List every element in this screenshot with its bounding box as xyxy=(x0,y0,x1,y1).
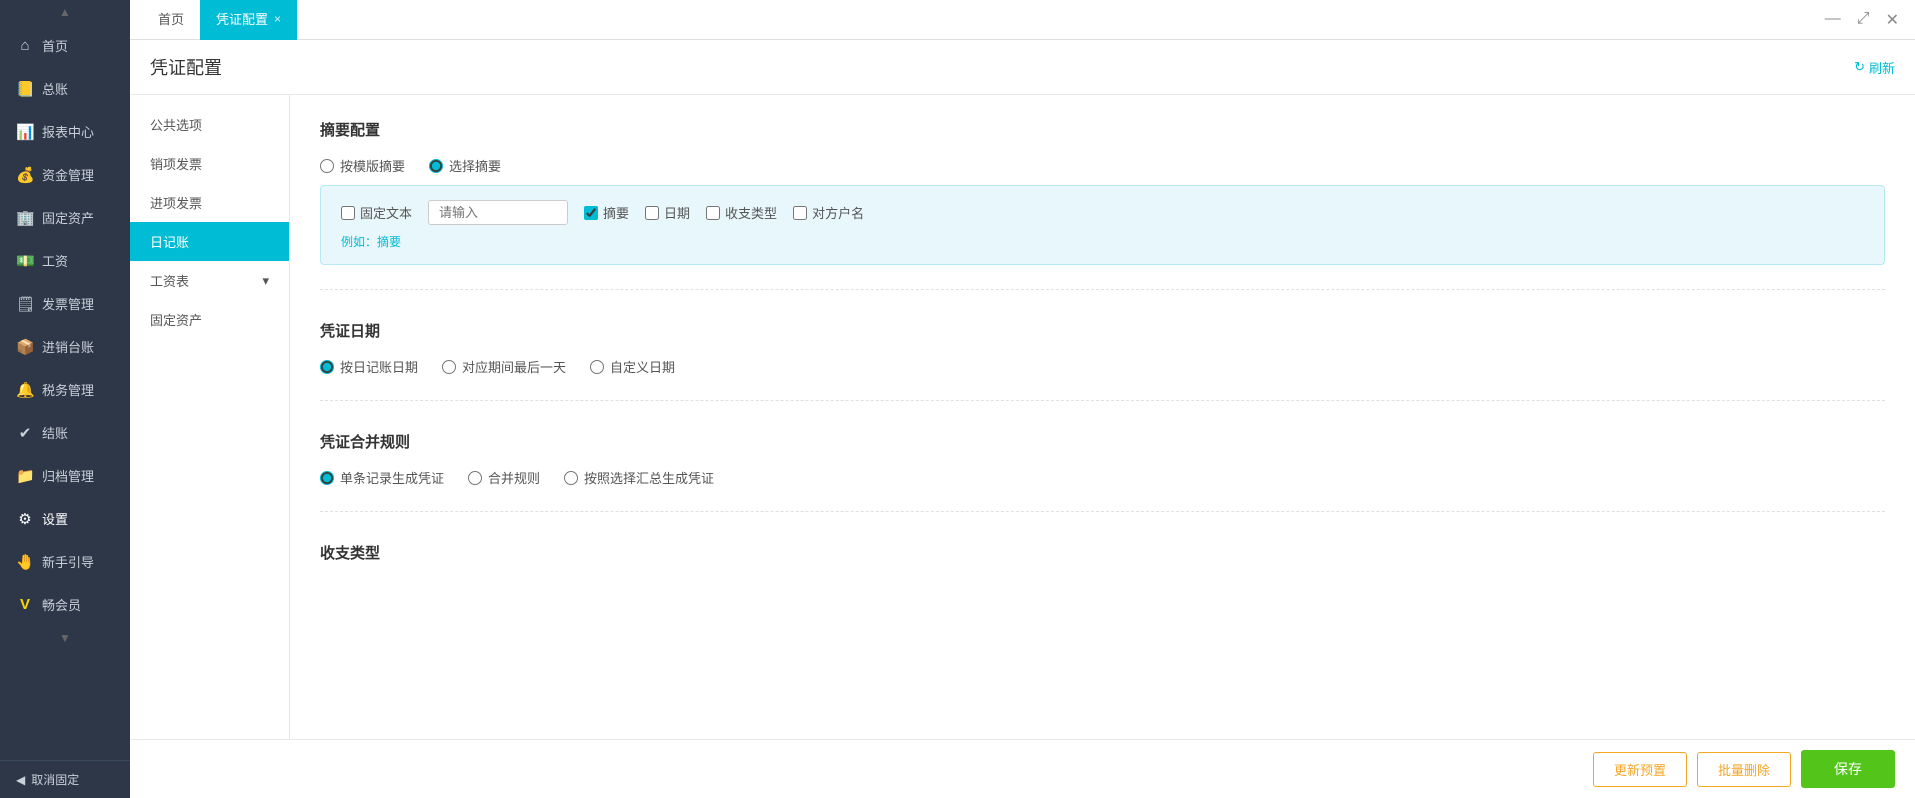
ledger-icon: 📒 xyxy=(16,80,34,98)
nav-item-payroll[interactable]: 工资表 ▾ xyxy=(130,261,289,300)
main-area: 首页 凭证配置 × — ⤢ ✕ 凭证配置 ↻ 刷新 公共选项 xyxy=(130,0,1915,798)
income-section-title: 收支类型 xyxy=(320,542,1885,563)
nav-item-purchase[interactable]: 进项发票 xyxy=(130,183,289,222)
tab-config[interactable]: 凭证配置 × xyxy=(200,0,297,40)
tab-bar-actions: — ⤢ ✕ xyxy=(1821,6,1903,34)
sidebar-item-asset[interactable]: 🏢 固定资产 xyxy=(0,196,130,239)
sidebar-item-guide[interactable]: 🤚 新手引导 xyxy=(0,540,130,583)
invoice-icon: 🗒 xyxy=(16,295,34,313)
summary-radio-group: 按模版摘要 选择摘要 xyxy=(320,156,1885,175)
sidebar-item-archive[interactable]: 📁 归档管理 xyxy=(0,454,130,497)
sidebar-item-ledger[interactable]: 📒 总账 xyxy=(0,67,130,110)
refresh-icon: ↻ xyxy=(1854,59,1865,75)
date-radio-last-day[interactable]: 对应期间最后一天 xyxy=(442,357,566,376)
fixed-text-input[interactable] xyxy=(428,200,568,225)
maximize-icon[interactable]: ⤢ xyxy=(1853,6,1874,34)
sidebar-item-home[interactable]: ⌂ 首页 xyxy=(0,24,130,67)
minimize-icon[interactable]: — xyxy=(1821,6,1845,34)
summary-config-box: 固定文本 摘要 日期 xyxy=(320,185,1885,265)
settings-icon: ⚙ xyxy=(16,510,34,528)
asset-icon: 🏢 xyxy=(16,209,34,227)
sidebar-item-tax[interactable]: 🔔 税务管理 xyxy=(0,368,130,411)
home-icon: ⌂ xyxy=(16,37,34,54)
page-container: 凭证配置 ↻ 刷新 公共选项 销项发票 进项发票 日记账 xyxy=(130,40,1915,798)
date-radio-custom[interactable]: 自定义日期 xyxy=(590,357,675,376)
guide-icon: 🤚 xyxy=(16,553,34,571)
checkbox-fixed-text[interactable]: 固定文本 xyxy=(341,203,412,222)
update-preview-button[interactable]: 更新预置 xyxy=(1593,752,1687,787)
checkbox-summary[interactable]: 摘要 xyxy=(584,203,629,222)
salary-icon: 💵 xyxy=(16,252,34,270)
content-layout: 公共选项 销项发票 进项发票 日记账 工资表 ▾ 固定资产 xyxy=(130,95,1915,739)
tax-icon: 🔔 xyxy=(16,381,34,399)
sidebar-item-fund[interactable]: 💰 资金管理 xyxy=(0,153,130,196)
stock-icon: 📦 xyxy=(16,338,34,356)
date-section: 凭证日期 按日记账日期 对应期间最后一天 自定义日期 xyxy=(320,320,1885,401)
nav-item-journal[interactable]: 日记账 xyxy=(130,222,289,261)
summary-example: 例如：摘要 xyxy=(341,233,1864,250)
sidebar-item-settle[interactable]: ✔ 结账 xyxy=(0,411,130,454)
sidebar-scroll-down[interactable]: ▼ xyxy=(0,626,130,650)
nav-item-fixed-asset[interactable]: 固定资产 xyxy=(130,300,289,339)
date-section-title: 凭证日期 xyxy=(320,320,1885,341)
merge-radio-merge[interactable]: 合并规则 xyxy=(468,468,540,487)
right-content: 摘要配置 按模版摘要 选择摘要 xyxy=(290,95,1915,739)
summary-radio-select[interactable]: 选择摘要 xyxy=(429,156,501,175)
sidebar-item-stock[interactable]: 📦 进销台账 xyxy=(0,325,130,368)
cancel-pin-button[interactable]: ◀ 取消固定 xyxy=(0,760,130,798)
left-nav: 公共选项 销项发票 进项发票 日记账 工资表 ▾ 固定资产 xyxy=(130,95,290,739)
tab-home[interactable]: 首页 xyxy=(142,0,200,40)
checkbox-income-type[interactable]: 收支类型 xyxy=(706,203,777,222)
merge-radio-select-merge[interactable]: 按照选择汇总生成凭证 xyxy=(564,468,714,487)
tab-close-button[interactable]: × xyxy=(274,12,281,26)
summary-section: 摘要配置 按模版摘要 选择摘要 xyxy=(320,119,1885,290)
nav-item-sales[interactable]: 销项发票 xyxy=(130,144,289,183)
date-radio-journal[interactable]: 按日记账日期 xyxy=(320,357,418,376)
income-section: 收支类型 xyxy=(320,542,1885,603)
sidebar-item-invoice[interactable]: 🗒 发票管理 xyxy=(0,282,130,325)
settle-icon: ✔ xyxy=(16,424,34,442)
sidebar-item-report[interactable]: 📊 报表中心 xyxy=(0,110,130,153)
checkbox-counterparty[interactable]: 对方户名 xyxy=(793,203,864,222)
member-icon: V xyxy=(16,596,34,613)
report-icon: 📊 xyxy=(16,123,34,141)
sidebar-item-salary[interactable]: 💵 工资 xyxy=(0,239,130,282)
checkbox-date[interactable]: 日期 xyxy=(645,203,690,222)
nav-item-public[interactable]: 公共选项 xyxy=(130,105,289,144)
merge-radio-single[interactable]: 单条记录生成凭证 xyxy=(320,468,444,487)
fund-icon: 💰 xyxy=(16,166,34,184)
batch-delete-button[interactable]: 批量删除 xyxy=(1697,752,1791,787)
date-radio-group: 按日记账日期 对应期间最后一天 自定义日期 xyxy=(320,357,1885,376)
payroll-chevron-icon: ▾ xyxy=(262,273,269,289)
pin-icon: ◀ xyxy=(16,773,25,787)
merge-section: 凭证合并规则 单条记录生成凭证 合并规则 按照选择汇总生成凭证 xyxy=(320,431,1885,512)
sidebar: ▲ ⌂ 首页 📒 总账 📊 报表中心 💰 资金管理 🏢 固定资产 💵 工资 🗒 … xyxy=(0,0,130,798)
tab-bar: 首页 凭证配置 × — ⤢ ✕ xyxy=(130,0,1915,40)
page-header: 凭证配置 ↻ 刷新 xyxy=(130,40,1915,95)
sidebar-item-member[interactable]: V 畅会员 xyxy=(0,583,130,626)
merge-radio-group: 单条记录生成凭证 合并规则 按照选择汇总生成凭证 xyxy=(320,468,1885,487)
merge-section-title: 凭证合并规则 xyxy=(320,431,1885,452)
sidebar-item-settings[interactable]: ⚙ 设置 xyxy=(0,497,130,540)
summary-radio-template[interactable]: 按模版摘要 xyxy=(320,156,405,175)
summary-section-title: 摘要配置 xyxy=(320,119,1885,140)
refresh-button[interactable]: ↻ 刷新 xyxy=(1854,58,1895,77)
summary-options-row: 固定文本 摘要 日期 xyxy=(341,200,1864,225)
archive-icon: 📁 xyxy=(16,467,34,485)
footer: 更新预置 批量删除 保存 xyxy=(130,739,1915,798)
save-button[interactable]: 保存 xyxy=(1801,750,1895,788)
sidebar-scroll-up[interactable]: ▲ xyxy=(0,0,130,24)
page-title: 凭证配置 xyxy=(150,54,222,80)
window-close-icon[interactable]: ✕ xyxy=(1882,6,1903,34)
